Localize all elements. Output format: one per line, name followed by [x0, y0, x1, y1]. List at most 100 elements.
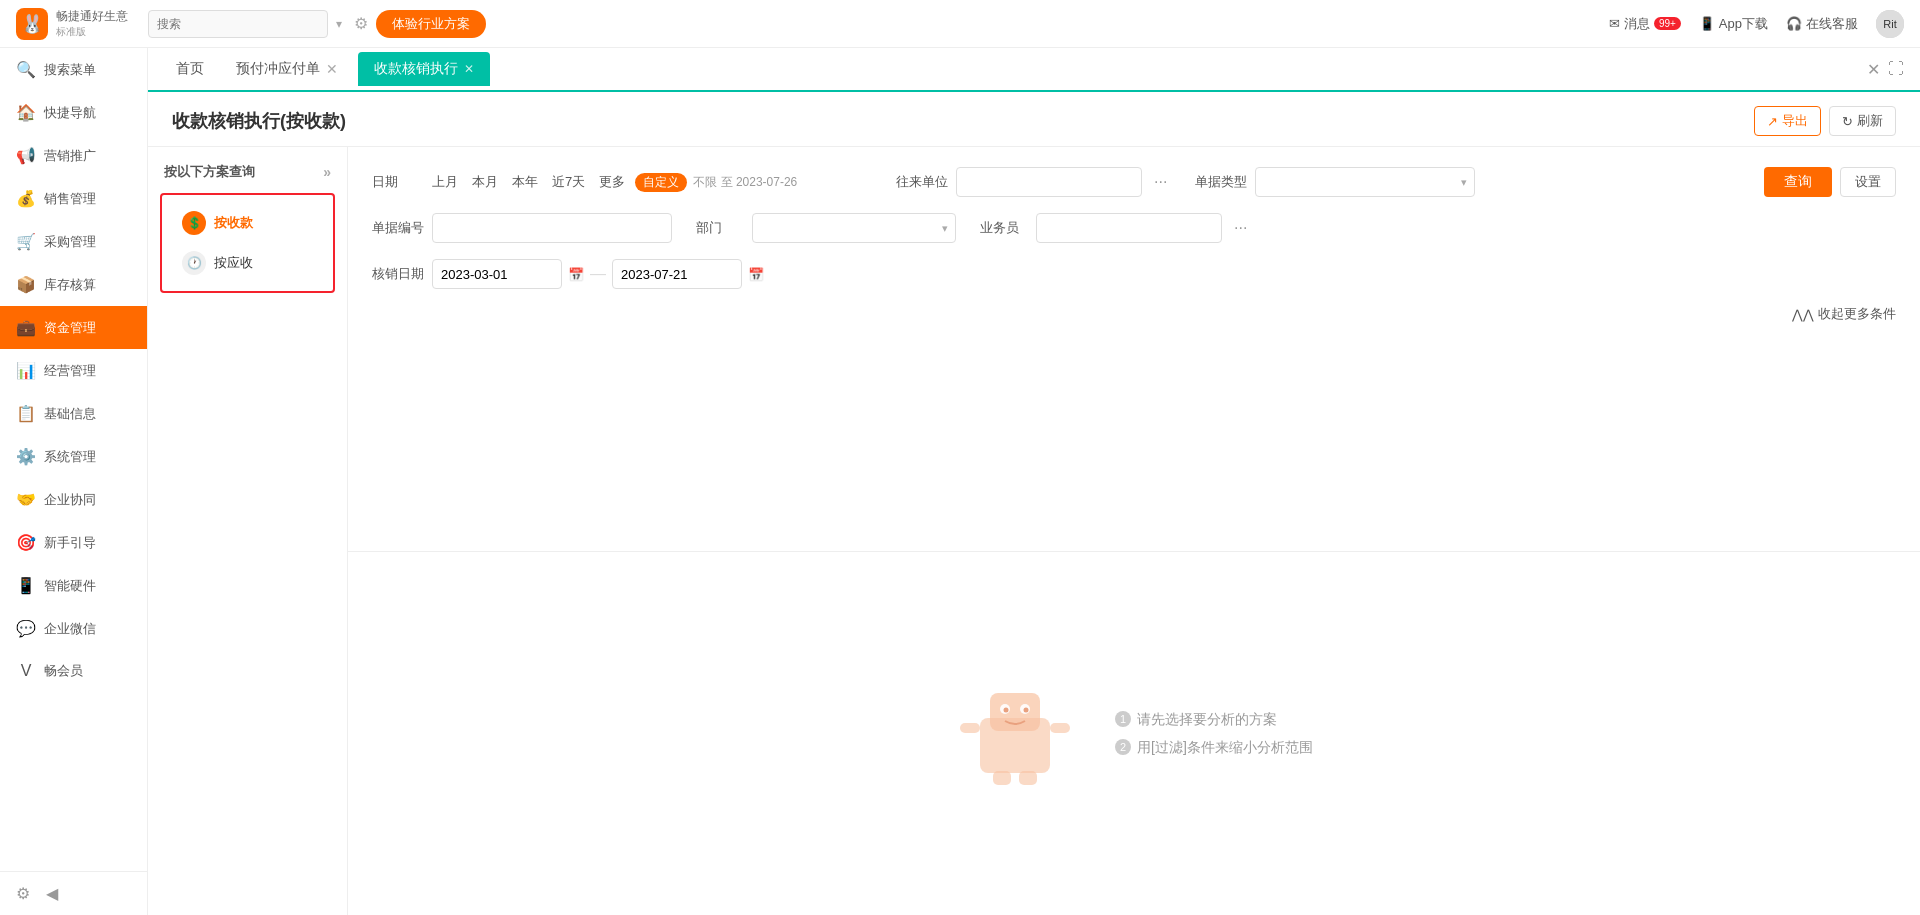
sidebar-item-wechat[interactable]: 💬企业微信	[0, 607, 147, 650]
sidebar-icon-wechat: 💬	[16, 619, 36, 638]
sidebar-collapse-btn[interactable]: ◀	[46, 884, 58, 903]
employee-field: 业务员 ···	[980, 213, 1251, 243]
query-panel: 日期 上月 本月 本年 近7天 更多 自定义 不限 至 2023-07-26	[348, 147, 1920, 551]
tab-home[interactable]: 首页	[164, 52, 216, 86]
query-area: 日期 上月 本月 本年 近7天 更多 自定义 不限 至 2023-07-26	[348, 147, 1920, 915]
sidebar-label-funds: 资金管理	[44, 319, 96, 337]
export-icon: ↗	[1767, 114, 1778, 129]
date-7days[interactable]: 近7天	[548, 171, 589, 193]
writeoff-start-input[interactable]	[432, 259, 562, 289]
date-this-month[interactable]: 本月	[468, 171, 502, 193]
empty-tips: 1 请先选择要分析的方案 2 用[过滤]条件来缩小分析范围	[1115, 705, 1313, 761]
industry-btn[interactable]: 体验行业方案	[376, 10, 486, 38]
online-service-action[interactable]: 🎧 在线客服	[1786, 15, 1858, 33]
search-input[interactable]	[148, 10, 328, 38]
tab-close-icon[interactable]: ✕	[1867, 60, 1880, 79]
sidebar-item-vip[interactable]: V畅会员	[0, 650, 147, 692]
sidebar-label-smart-hw: 智能硬件	[44, 577, 96, 595]
date-this-year[interactable]: 本年	[508, 171, 542, 193]
content-area: 按以下方案查询 » 💲 按收款 🕐 按应收	[148, 147, 1920, 915]
sidebar-item-enterprise[interactable]: 🤝企业协同	[0, 478, 147, 521]
date-field: 日期 上月 本月 本年 近7天 更多 自定义 不限 至 2023-07-26	[372, 171, 872, 193]
sidebar-label-vip: 畅会员	[44, 662, 83, 680]
filter-by-receipt[interactable]: 💲 按收款	[170, 203, 325, 243]
user-avatar[interactable]: Rit	[1876, 10, 1904, 38]
message-action[interactable]: ✉ 消息 99+	[1609, 15, 1681, 33]
receipt-icon: 💲	[182, 211, 206, 235]
filter-by-receivable-label: 按应收	[214, 254, 253, 272]
counterparty-field: 往来单位 ···	[896, 167, 1171, 197]
sidebar-item-marketing[interactable]: 📢营销推广	[0, 134, 147, 177]
svg-rect-7	[1050, 723, 1070, 733]
query-button[interactable]: 查询	[1764, 167, 1832, 197]
receivable-icon: 🕐	[182, 251, 206, 275]
tab-prepay-offset[interactable]: 预付冲应付单 ✕	[220, 52, 354, 86]
sidebar-label-basic-info: 基础信息	[44, 405, 96, 423]
tab-receipt-offset[interactable]: 收款核销执行 ✕	[358, 52, 490, 86]
doc-no-input[interactable]	[432, 213, 672, 243]
dept-label: 部门	[696, 219, 744, 237]
page-title: 收款核销执行(按收款)	[172, 109, 346, 133]
writeoff-end-calendar-icon[interactable]: 📅	[748, 267, 764, 282]
app-download-action[interactable]: 📱 App下载	[1699, 15, 1768, 33]
date-last-month[interactable]: 上月	[428, 171, 462, 193]
sidebar-label-sales: 销售管理	[44, 190, 96, 208]
sidebar-item-operations[interactable]: 📊经营管理	[0, 349, 147, 392]
export-button[interactable]: ↗ 导出	[1754, 106, 1821, 136]
tip-text-1: 请先选择要分析的方案	[1137, 705, 1277, 733]
collapse-btn[interactable]: ⋀⋀ 收起更多条件	[1792, 305, 1896, 323]
employee-input[interactable]	[1036, 213, 1222, 243]
search-dropdown-icon[interactable]: ▾	[336, 17, 342, 31]
collapse-row: ⋀⋀ 收起更多条件	[372, 305, 1896, 323]
message-icon: ✉	[1609, 16, 1620, 31]
sidebar-icon-funds: 💼	[16, 318, 36, 337]
sidebar-item-sys-mgmt[interactable]: ⚙️系统管理	[0, 435, 147, 478]
sidebar-item-quick-nav[interactable]: 🏠快捷导航	[0, 91, 147, 134]
dept-select[interactable]	[752, 213, 956, 243]
doc-type-select[interactable]	[1255, 167, 1475, 197]
page-header: 收款核销执行(按收款) ↗ 导出 ↻ 刷新	[148, 92, 1920, 147]
tab-prepay-close-icon[interactable]: ✕	[326, 61, 338, 77]
sidebar-label-sys-mgmt: 系统管理	[44, 448, 96, 466]
phone-icon: 📱	[1699, 16, 1715, 31]
sidebar-item-basic-info[interactable]: 📋基础信息	[0, 392, 147, 435]
sidebar-settings-btn[interactable]: ⚙	[16, 884, 30, 903]
sidebar: 🔍搜索菜单🏠快捷导航📢营销推广💰销售管理🛒采购管理📦库存核算 💼 资金管理 📊经营管理…	[0, 48, 148, 915]
sidebar-label-search-menu: 搜索菜单	[44, 61, 96, 79]
counterparty-input[interactable]	[956, 167, 1142, 197]
date-divider: —	[590, 265, 606, 283]
tip-num-2: 2	[1115, 739, 1131, 755]
sidebar-icon-quick-nav: 🏠	[16, 103, 36, 122]
sidebar-item-sales[interactable]: 💰销售管理	[0, 177, 147, 220]
sidebar-label-enterprise: 企业协同	[44, 491, 96, 509]
sidebar-item-beginner[interactable]: 🎯新手引导	[0, 521, 147, 564]
date-label: 日期	[372, 173, 420, 191]
employee-dots-btn[interactable]: ···	[1230, 219, 1251, 237]
date-custom-tag[interactable]: 自定义	[635, 173, 687, 192]
filter-by-receivable[interactable]: 🕐 按应收	[170, 243, 325, 283]
filter-panel-collapse-icon[interactable]: »	[323, 164, 331, 180]
tab-bar: 首页 预付冲应付单 ✕ 收款核销执行 ✕ ✕ ⛶	[148, 48, 1920, 92]
tip-text-2: 用[过滤]条件来缩小分析范围	[1137, 733, 1313, 761]
setting-button[interactable]: 设置	[1840, 167, 1896, 197]
tab-bar-right: ✕ ⛶	[1867, 60, 1904, 79]
sidebar-item-purchase[interactable]: 🛒采购管理	[0, 220, 147, 263]
svg-point-4	[1004, 708, 1009, 713]
settings-icon[interactable]: ⚙	[354, 14, 368, 33]
writeoff-end-input[interactable]	[612, 259, 742, 289]
date-more[interactable]: 更多	[595, 171, 629, 193]
tab-receipt-close-icon[interactable]: ✕	[464, 62, 474, 76]
tab-fullscreen-icon[interactable]: ⛶	[1888, 60, 1904, 79]
sidebar-icon-inventory: 📦	[16, 275, 36, 294]
sidebar-item-inventory[interactable]: 📦库存核算	[0, 263, 147, 306]
refresh-button[interactable]: ↻ 刷新	[1829, 106, 1896, 136]
tip-num-1: 1	[1115, 711, 1131, 727]
counterparty-dots-btn[interactable]: ···	[1150, 173, 1171, 191]
sidebar-item-funds[interactable]: 💼 资金管理	[0, 306, 147, 349]
employee-label: 业务员	[980, 219, 1028, 237]
main-content: 首页 预付冲应付单 ✕ 收款核销执行 ✕ ✕ ⛶ 收款核销执行(按收款) ↗ 导…	[148, 48, 1920, 915]
writeoff-start-calendar-icon[interactable]: 📅	[568, 267, 584, 282]
service-icon: 🎧	[1786, 16, 1802, 31]
sidebar-item-search-menu[interactable]: 🔍搜索菜单	[0, 48, 147, 91]
sidebar-item-smart-hw[interactable]: 📱智能硬件	[0, 564, 147, 607]
